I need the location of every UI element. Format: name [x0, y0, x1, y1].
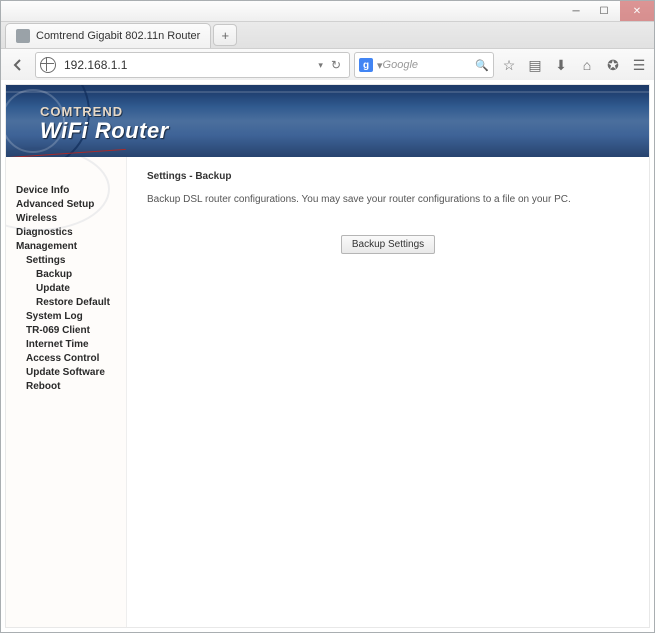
brand-top: COMTREND: [40, 105, 169, 119]
router-banner: COMTREND WiFi Router: [6, 85, 649, 157]
new-tab-button[interactable]: +: [213, 24, 237, 46]
router-page: COMTREND WiFi Router Device Info Advance…: [5, 84, 650, 628]
browser-tab-strip: Comtrend Gigabit 802.11n Router +: [1, 22, 654, 48]
url-history-dropdown[interactable]: ▾: [314, 60, 327, 71]
sidebar-item-management[interactable]: Management: [16, 239, 126, 253]
brand-logo: COMTREND WiFi Router: [40, 105, 169, 143]
search-icon[interactable]: 🔍: [475, 59, 489, 72]
sidebar-item-update-software[interactable]: Update Software: [16, 365, 126, 379]
sidebar-item-backup[interactable]: Backup: [16, 267, 126, 281]
window-titlebar: ─ ☐ ✕: [1, 1, 654, 22]
favicon-icon: [16, 29, 30, 43]
window-close-button[interactable]: ✕: [620, 1, 654, 21]
url-bar[interactable]: ▾ ↻: [35, 52, 350, 78]
sidebar-item-wireless[interactable]: Wireless: [16, 211, 126, 225]
library-button[interactable]: ▤: [524, 53, 546, 77]
sidebar-item-update[interactable]: Update: [16, 281, 126, 295]
window-maximize-button[interactable]: ☐: [590, 2, 618, 20]
sidebar-item-settings[interactable]: Settings: [16, 253, 126, 267]
page-description: Backup DSL router configurations. You ma…: [147, 194, 629, 205]
addons-button[interactable]: ✪: [602, 53, 624, 77]
page-title: Settings - Backup: [147, 171, 629, 182]
globe-icon: [40, 57, 56, 73]
window-minimize-button[interactable]: ─: [562, 2, 590, 20]
sidebar-item-device-info[interactable]: Device Info: [16, 183, 126, 197]
browser-tab[interactable]: Comtrend Gigabit 802.11n Router: [5, 23, 211, 48]
backup-settings-button[interactable]: Backup Settings: [341, 235, 435, 254]
content-pane: Settings - Backup Backup DSL router conf…: [126, 157, 649, 627]
google-icon: g: [359, 58, 373, 72]
url-input[interactable]: [62, 57, 314, 73]
menu-button[interactable]: ☰: [628, 53, 650, 77]
sidebar-item-reboot[interactable]: Reboot: [16, 379, 126, 393]
brand-bottom: WiFi Router: [40, 119, 169, 143]
sidebar-item-diagnostics[interactable]: Diagnostics: [16, 225, 126, 239]
browser-toolbar: ▾ ↻ g ▾ Google 🔍 ☆ ▤ ⬇ ⌂ ✪ ☰: [1, 48, 654, 82]
tab-title: Comtrend Gigabit 802.11n Router: [36, 30, 200, 42]
sidebar-item-restore-default[interactable]: Restore Default: [16, 295, 126, 309]
bookmark-star-button[interactable]: ☆: [498, 53, 520, 77]
sidebar-item-tr069-client[interactable]: TR-069 Client: [16, 323, 126, 337]
back-button[interactable]: [5, 53, 31, 77]
page-viewport: COMTREND WiFi Router Device Info Advance…: [1, 80, 654, 632]
sidebar-item-internet-time[interactable]: Internet Time: [16, 337, 126, 351]
sidebar-item-system-log[interactable]: System Log: [16, 309, 126, 323]
search-placeholder-text: Google: [383, 59, 418, 71]
sidebar-nav: Device Info Advanced Setup Wireless Diag…: [6, 157, 126, 627]
chevron-left-icon: [10, 57, 26, 73]
search-box[interactable]: g ▾ Google 🔍: [354, 52, 494, 78]
sidebar-item-access-control[interactable]: Access Control: [16, 351, 126, 365]
home-button[interactable]: ⌂: [576, 53, 598, 77]
reload-button[interactable]: ↻: [327, 58, 345, 72]
sidebar-item-advanced-setup[interactable]: Advanced Setup: [16, 197, 126, 211]
downloads-button[interactable]: ⬇: [550, 53, 572, 77]
